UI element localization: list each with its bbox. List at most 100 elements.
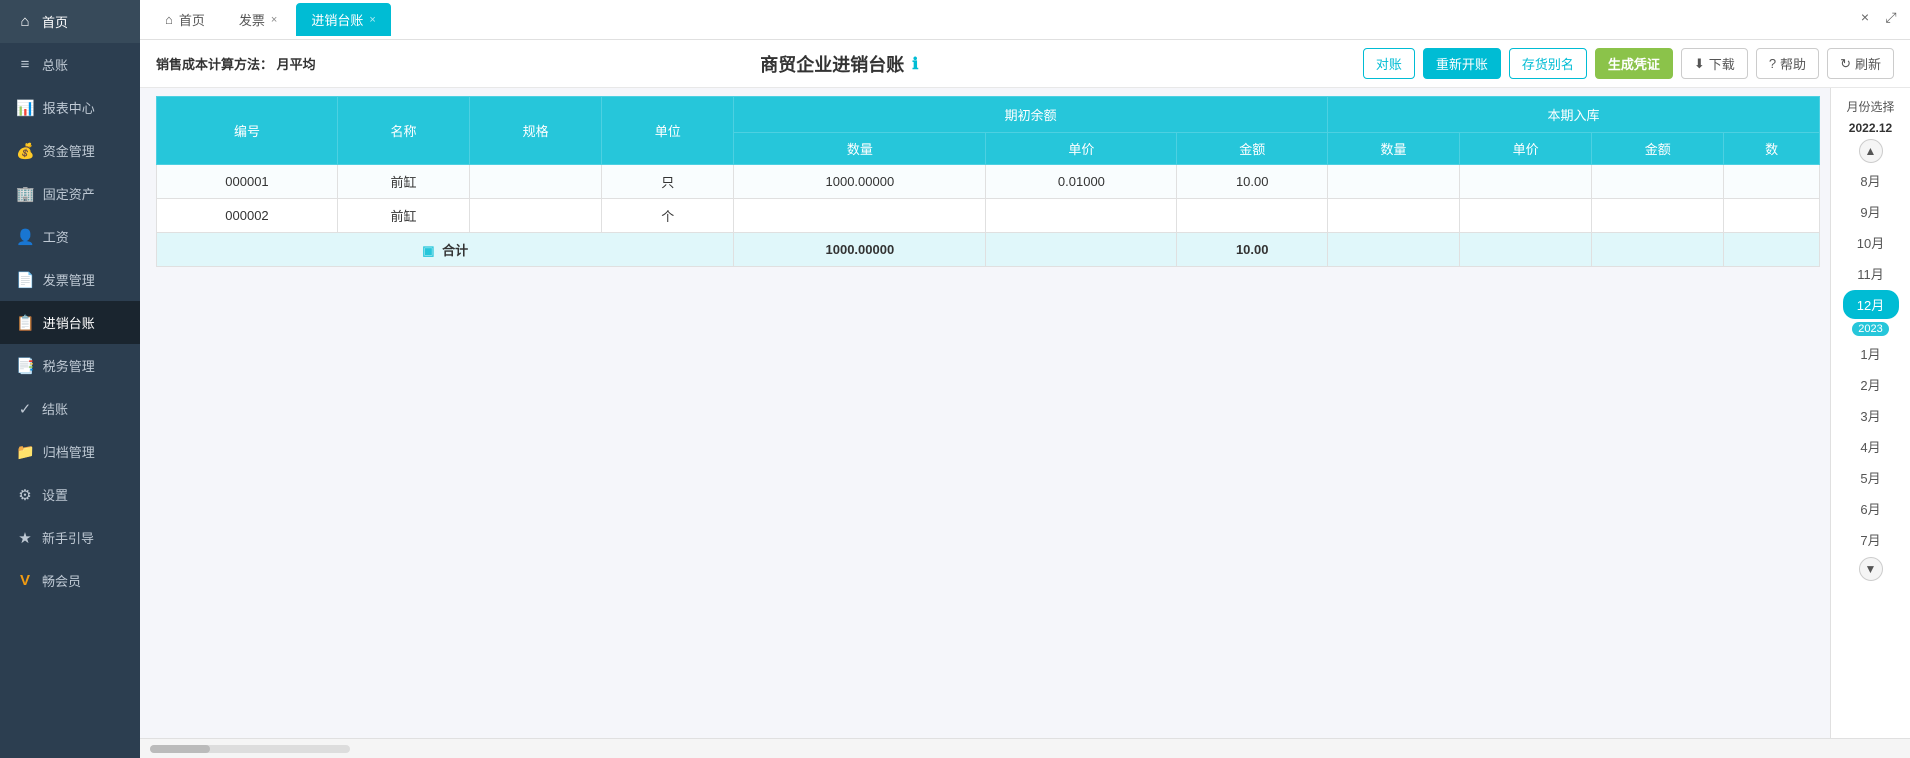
- total-label: ▣ 合计: [157, 233, 734, 267]
- sidebar-item-close-books[interactable]: ✓ 结账: [0, 387, 140, 430]
- total-amount-in: [1592, 233, 1724, 267]
- col-header-qty-in: 数量: [1327, 133, 1459, 165]
- tab-bar: ⌂ 首页 发票 × 进销台账 ×: [140, 0, 1910, 40]
- maximize-window-button[interactable]: ⤢: [1880, 6, 1902, 28]
- sidebar-item-settings[interactable]: ⚙ 设置: [0, 473, 140, 516]
- sidebar-item-reports[interactable]: 📊 报表中心: [0, 86, 140, 129]
- generate-voucher-button[interactable]: 生成凭证: [1595, 48, 1673, 79]
- month-item-1[interactable]: 1月: [1843, 339, 1899, 368]
- cell-qty-init: [734, 199, 986, 233]
- help-button[interactable]: ? 帮助: [1756, 48, 1819, 79]
- tab-stock-label: 进销台账: [311, 10, 363, 29]
- sidebar-item-label: 工资: [43, 227, 69, 246]
- invoice-icon: 📄: [16, 271, 35, 289]
- cell-spec: [470, 199, 602, 233]
- tab-home[interactable]: ⌂ 首页: [150, 3, 220, 36]
- close-window-button[interactable]: ×: [1854, 6, 1876, 28]
- total-qty-init: 1000.00000: [734, 233, 986, 267]
- save-alias-button[interactable]: 存货别名: [1509, 48, 1587, 79]
- tab-invoice-label: 发票: [239, 10, 265, 29]
- bottom-bar: [140, 738, 1910, 758]
- reconcile-button[interactable]: 对账: [1363, 48, 1415, 79]
- info-icon[interactable]: ℹ: [912, 54, 918, 74]
- tab-invoice-close[interactable]: ×: [271, 14, 277, 26]
- table-row[interactable]: 000002 前缸 个: [157, 199, 1820, 233]
- sidebar-item-label: 固定资产: [43, 184, 95, 203]
- cell-qty-in: [1327, 165, 1459, 199]
- sidebar-item-archive[interactable]: 📁 归档管理: [0, 430, 140, 473]
- month-item-3[interactable]: 3月: [1843, 401, 1899, 430]
- sidebar-item-salary[interactable]: 👤 工资: [0, 215, 140, 258]
- col-header-name: 名称: [337, 97, 469, 165]
- month-down-button[interactable]: ▼: [1859, 557, 1883, 581]
- sidebar-item-label: 税务管理: [43, 356, 95, 375]
- cell-amount-init: [1177, 199, 1327, 233]
- tab-invoice[interactable]: 发票 ×: [224, 3, 292, 36]
- month-up-button[interactable]: ▲: [1859, 139, 1883, 163]
- total-amount-init: 10.00: [1177, 233, 1327, 267]
- sidebar-item-ledger[interactable]: ≡ 总账: [0, 43, 140, 86]
- month-item-9[interactable]: 9月: [1843, 197, 1899, 226]
- sidebar: ⌂ 首页 ≡ 总账 📊 报表中心 💰 资金管理 🏢 固定资产 👤 工资 📄 发票…: [0, 0, 140, 758]
- cell-amount-in: [1592, 199, 1724, 233]
- sidebar-item-guide[interactable]: ★ 新手引导: [0, 516, 140, 559]
- tab-stock-close[interactable]: ×: [369, 14, 375, 26]
- refresh-button[interactable]: ↻ 刷新: [1827, 48, 1894, 79]
- cell-spec: [470, 165, 602, 199]
- total-row: ▣ 合计 1000.00000 10.00: [157, 233, 1820, 267]
- month-item-8[interactable]: 8月: [1843, 166, 1899, 195]
- cell-price-in: [1460, 165, 1592, 199]
- refresh-icon: ↻: [1840, 56, 1851, 72]
- sidebar-item-assets[interactable]: 🏢 固定资产: [0, 172, 140, 215]
- cell-qty-init: 1000.00000: [734, 165, 986, 199]
- cell-unit: 只: [602, 165, 734, 199]
- month-item-4[interactable]: 4月: [1843, 432, 1899, 461]
- sidebar-item-label: 首页: [42, 12, 68, 31]
- cell-extra: [1724, 199, 1820, 233]
- total-icon: ▣: [422, 243, 434, 258]
- col-header-unit: 单位: [602, 97, 734, 165]
- cost-method-label: 销售成本计算方法：: [156, 57, 273, 72]
- finance-icon: 💰: [16, 142, 35, 160]
- content-area: 销售成本计算方法： 月平均 商贸企业进销台账 ℹ 对账 重新开账 存货别名 生成…: [140, 40, 1910, 758]
- window-controls: × ⤢: [1846, 0, 1910, 34]
- scroll-thumb[interactable]: [150, 745, 210, 753]
- cell-id: 000001: [157, 165, 338, 199]
- col-header-qty-init: 数量: [734, 133, 986, 165]
- month-item-11[interactable]: 11月: [1843, 259, 1899, 288]
- content-header: 销售成本计算方法： 月平均 商贸企业进销台账 ℹ 对账 重新开账 存货别名 生成…: [140, 40, 1910, 88]
- download-button[interactable]: ⬇ 下载: [1681, 48, 1748, 79]
- cell-price-init: 0.01000: [986, 165, 1177, 199]
- sidebar-item-label: 发票管理: [43, 270, 95, 289]
- sidebar-item-invoice-mgmt[interactable]: 📄 发票管理: [0, 258, 140, 301]
- sidebar-item-label: 畅会员: [42, 571, 81, 590]
- cell-price-init: [986, 199, 1177, 233]
- col-header-period-in: 本期入库: [1327, 97, 1819, 133]
- settings-icon: ⚙: [16, 486, 34, 504]
- scroll-track[interactable]: [150, 745, 350, 753]
- stock-table: 编号 名称 规格 单位 期初余额 本期入库 数量 单价 金额 数量: [156, 96, 1820, 267]
- reopen-button[interactable]: 重新开账: [1423, 48, 1501, 79]
- sidebar-item-vip[interactable]: V 畅会员: [0, 559, 140, 602]
- month-item-10[interactable]: 10月: [1843, 228, 1899, 257]
- sidebar-item-label: 资金管理: [43, 141, 95, 160]
- cell-extra: [1724, 165, 1820, 199]
- cost-method-value: 月平均: [277, 57, 316, 72]
- month-item-5[interactable]: 5月: [1843, 463, 1899, 492]
- page-title: 商贸企业进销台账 ℹ: [760, 51, 918, 77]
- table-row[interactable]: 000001 前缸 只 1000.00000 0.01000 10.00: [157, 165, 1820, 199]
- sidebar-item-tax[interactable]: 📑 税务管理: [0, 344, 140, 387]
- tab-stock[interactable]: 进销台账 ×: [296, 3, 390, 36]
- sidebar-item-finance[interactable]: 💰 资金管理: [0, 129, 140, 172]
- col-header-extra: 数: [1724, 133, 1820, 165]
- month-item-7[interactable]: 7月: [1843, 525, 1899, 554]
- download-icon: ⬇: [1694, 56, 1705, 72]
- sidebar-item-home[interactable]: ⌂ 首页: [0, 0, 140, 43]
- sidebar-item-label: 结账: [42, 399, 68, 418]
- col-header-price-init: 单价: [986, 133, 1177, 165]
- month-item-12[interactable]: 12月: [1843, 290, 1899, 319]
- sidebar-item-stock[interactable]: 📋 进销台账: [0, 301, 140, 344]
- month-item-2[interactable]: 2月: [1843, 370, 1899, 399]
- month-item-6[interactable]: 6月: [1843, 494, 1899, 523]
- reports-icon: 📊: [16, 99, 35, 117]
